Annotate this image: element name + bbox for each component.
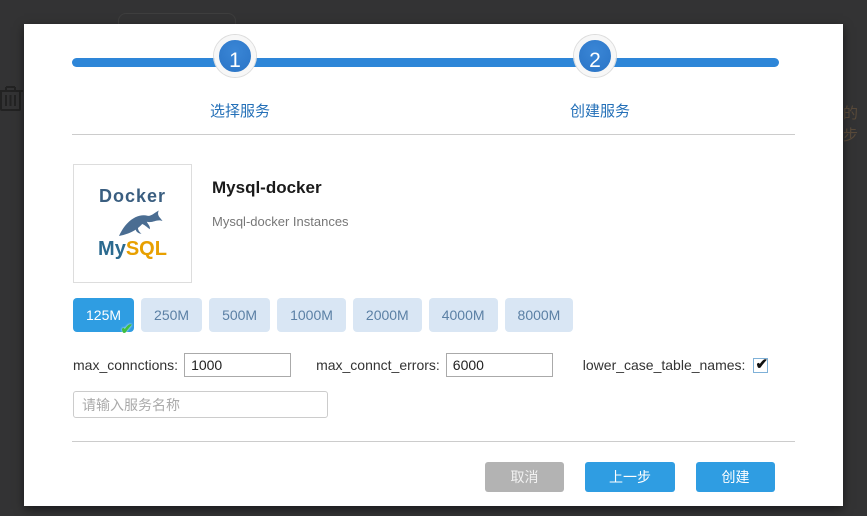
background-page-text: 的 步 [843, 105, 859, 144]
step-2-label: 创建服务 [569, 103, 630, 120]
mysql-docker-logo: Docker MySQL [73, 164, 192, 283]
parameters-row: max_connctions: max_connct_errors: lower… [73, 353, 843, 377]
lower-case-table-names-checkbox[interactable]: ✔ [753, 355, 769, 373]
memory-option-1000m[interactable]: 1000M [277, 298, 346, 332]
service-text: Mysql-docker Mysql-docker Instances [212, 178, 349, 283]
memory-options: 125M ✔ 250M 500M 1000M 2000M 4000M 8000M [73, 298, 843, 338]
max-connections-input[interactable] [184, 353, 292, 377]
trash-icon [0, 83, 24, 118]
memory-option-2000m[interactable]: 2000M [352, 298, 422, 332]
cancel-button[interactable]: 取消 [485, 462, 564, 492]
step-1-circle: 1 [214, 35, 256, 77]
memory-option-4000m[interactable]: 4000M [428, 298, 498, 332]
max-connect-errors-label: max_connct_errors: [316, 357, 440, 373]
service-name-input[interactable] [73, 391, 328, 418]
max-connections-label: max_connctions: [73, 357, 179, 373]
previous-step-button[interactable]: 上一步 [585, 462, 675, 492]
step-1-label: 选择服务 [209, 103, 270, 120]
lower-case-table-names-label: lower_case_table_names: [582, 357, 746, 373]
memory-option-8000m[interactable]: 8000M [504, 298, 574, 332]
memory-option-125m[interactable]: 125M ✔ [73, 298, 135, 338]
docker-logo-text: Docker [98, 186, 167, 206]
footer-buttons: 取消 上一步 创建 [24, 462, 843, 492]
stepper-divider [72, 134, 795, 135]
checkbox-check-icon: ✔ [755, 355, 769, 373]
service-subtitle: Mysql-docker Instances [212, 214, 349, 229]
selected-check-icon: ✔ [120, 321, 134, 338]
memory-option-500m[interactable]: 500M [209, 298, 271, 332]
wizard-stepper: 1 2 选择服务 创建服务 [24, 24, 843, 134]
create-button[interactable]: 创建 [696, 462, 775, 492]
step-2-circle: 2 [574, 35, 616, 77]
footer-divider [72, 441, 795, 442]
mysql-logo-text: MySQL [98, 238, 167, 260]
service-title: Mysql-docker [212, 178, 322, 197]
stepper-progress-bar [72, 58, 779, 67]
service-info: Docker MySQL Mysql-docker Mysql-docker I… [73, 164, 843, 283]
create-service-modal: 1 2 选择服务 创建服务 Docker MySQL Mysql-docker … [24, 24, 843, 506]
max-connect-errors-input[interactable] [445, 353, 553, 377]
memory-option-250m[interactable]: 250M [141, 298, 203, 332]
